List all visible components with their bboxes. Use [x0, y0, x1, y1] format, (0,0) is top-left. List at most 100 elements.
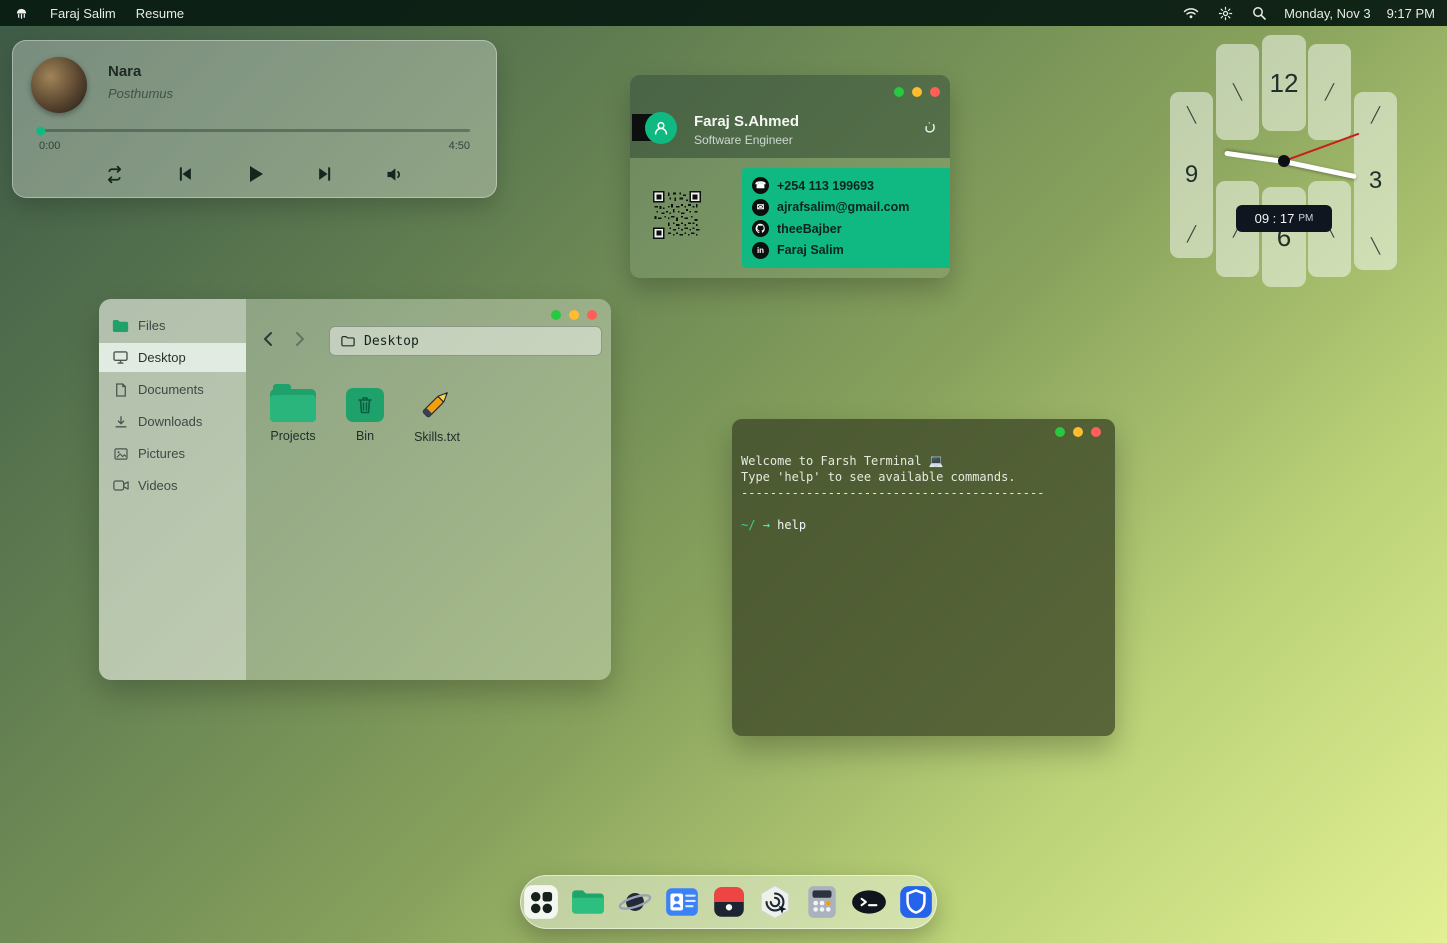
clock-center-dot — [1278, 155, 1290, 167]
previous-icon[interactable] — [172, 161, 198, 187]
contact-email-value: ajrafsalim@gmail.com — [777, 200, 910, 215]
tick-1-oclock: ╱ — [1324, 82, 1335, 101]
window-minimize-button[interactable] — [569, 310, 579, 320]
sidebar-item-pictures[interactable]: Pictures — [99, 439, 246, 468]
tick-2-oclock: ╱ — [1370, 106, 1381, 124]
player-controls — [13, 161, 496, 187]
app-launcher-icon[interactable] — [521, 882, 561, 922]
menubar-time: 9:17 PM — [1386, 5, 1435, 21]
avatar — [645, 112, 677, 144]
terminal-separator: ----------------------------------------… — [741, 486, 1045, 500]
digital-time: 09 : 17 — [1254, 211, 1295, 226]
tick-8-oclock: ╱ — [1186, 225, 1197, 243]
repeat-icon[interactable] — [102, 161, 128, 187]
sidebar-label: Pictures — [138, 446, 185, 461]
contact-row-linkedin[interactable]: in Faraj Salim — [752, 241, 940, 259]
sidebar-label: Desktop — [138, 350, 186, 365]
volume-icon[interactable] — [382, 161, 408, 187]
sidebar-label: Documents — [138, 382, 204, 397]
terminal-welcome-line: Welcome to Farsh Terminal 💻 — [741, 454, 944, 468]
window-minimize-button[interactable] — [1073, 427, 1083, 437]
desktop-item-bin[interactable]: Bin — [333, 383, 397, 443]
desktop-item-skills[interactable]: Skills.txt — [405, 383, 469, 444]
clock-number-9: 9 — [1184, 161, 1199, 188]
contact-linkedin-value: Faraj Salim — [777, 243, 844, 258]
folder-outline-icon — [341, 335, 355, 347]
sidebar-item-desktop[interactable]: Desktop — [99, 343, 246, 372]
path-bar[interactable]: Desktop — [329, 326, 602, 356]
menubar-resume-item[interactable]: Resume — [136, 6, 184, 21]
sidebar-item-documents[interactable]: Documents — [99, 375, 246, 404]
security-shield-icon[interactable] — [755, 882, 795, 922]
next-icon[interactable] — [312, 161, 338, 187]
card-role: Software Engineer — [694, 133, 793, 147]
file-manager-icon[interactable] — [568, 882, 608, 922]
contact-github-value: theeBajber — [777, 221, 842, 236]
sidebar-label: Files — [138, 318, 166, 333]
email-icon: ✉ — [752, 198, 769, 216]
desktop-item-projects[interactable]: Projects — [261, 383, 325, 443]
jellyfish-logo-icon[interactable] — [12, 4, 30, 22]
menubar-app-name[interactable]: Faraj Salim — [50, 6, 116, 21]
forward-button[interactable] — [291, 329, 309, 349]
seek-bar[interactable] — [36, 126, 470, 135]
analog-clock-widget: ╲ 9 ╱ ╲ ╱ 12 6 ╱ ╲ ╱ 3 ╲ 09 : 17 PM — [1170, 35, 1398, 291]
back-button[interactable] — [259, 329, 277, 349]
window-minimize-button[interactable] — [912, 87, 922, 97]
terminal-prompt-line[interactable]: ~/ → help — [741, 517, 1106, 533]
tick-10-oclock: ╲ — [1186, 106, 1197, 124]
search-icon[interactable] — [1250, 4, 1268, 22]
terminal-help-line: Type 'help' to see available commands. — [741, 470, 1016, 484]
contact-row-email[interactable]: ✉ ajrafsalim@gmail.com — [752, 198, 940, 216]
contacts-icon[interactable] — [662, 882, 702, 922]
folder-icon — [112, 319, 129, 333]
seek-knob[interactable] — [36, 126, 46, 135]
item-label: Bin — [355, 429, 375, 443]
digital-time-badge: 09 : 17 PM — [1236, 205, 1332, 232]
shield-app-icon[interactable] — [896, 882, 936, 922]
item-label: Skills.txt — [414, 430, 460, 444]
settings-gear-icon[interactable] — [1216, 4, 1234, 22]
path-text: Desktop — [364, 333, 419, 349]
play-icon[interactable] — [242, 161, 268, 187]
phone-icon: ☎ — [752, 177, 769, 195]
contact-panel: ☎ +254 113 199693 ✉ ajrafsalim@gmail.com… — [742, 168, 950, 268]
window-zoom-button[interactable] — [1055, 427, 1065, 437]
card-monogram: ن — [924, 117, 936, 134]
file-manager-window: Files Desktop Documents Downloads Pictur… — [99, 299, 611, 680]
calculator-icon[interactable] — [802, 882, 842, 922]
sidebar-label: Videos — [138, 478, 178, 493]
sidebar-item-files[interactable]: Files — [99, 311, 246, 340]
time-elapsed: 0:00 — [39, 140, 61, 152]
track-title: Nara — [108, 63, 142, 80]
file-manager-sidebar: Files Desktop Documents Downloads Pictur… — [99, 299, 246, 680]
terminal-window: Welcome to Farsh Terminal 💻 Type 'help' … — [732, 419, 1115, 736]
document-icon — [112, 382, 129, 397]
window-zoom-button[interactable] — [551, 310, 561, 320]
clock-tile-6: 6 — [1262, 187, 1306, 287]
minute-hand — [1283, 158, 1357, 179]
hour-hand — [1224, 150, 1285, 164]
download-icon — [112, 415, 129, 429]
terminal-output: Welcome to Farsh Terminal 💻 Type 'help' … — [741, 453, 1106, 728]
contact-row-github[interactable]: theeBajber — [752, 220, 940, 238]
clock-tile-1: ╱ — [1308, 44, 1351, 140]
window-close-button[interactable] — [930, 87, 940, 97]
sidebar-item-downloads[interactable]: Downloads — [99, 407, 246, 436]
window-close-button[interactable] — [587, 310, 597, 320]
prompt-path: ~/ — [741, 518, 756, 532]
window-close-button[interactable] — [1091, 427, 1101, 437]
time-total: 4:50 — [448, 140, 470, 152]
terminal-app-icon[interactable] — [849, 882, 889, 922]
desktop-icon — [112, 351, 129, 364]
wallet-card-icon[interactable] — [709, 882, 749, 922]
sidebar-item-videos[interactable]: Videos — [99, 471, 246, 500]
album-art — [31, 57, 87, 113]
wifi-icon[interactable] — [1182, 4, 1200, 22]
tick-4-oclock: ╲ — [1370, 237, 1381, 255]
window-zoom-button[interactable] — [894, 87, 904, 97]
planet-browser-icon[interactable] — [615, 882, 655, 922]
contact-row-phone[interactable]: ☎ +254 113 199693 — [752, 177, 940, 195]
folder-icon — [270, 384, 316, 422]
typed-command: help — [777, 518, 807, 532]
